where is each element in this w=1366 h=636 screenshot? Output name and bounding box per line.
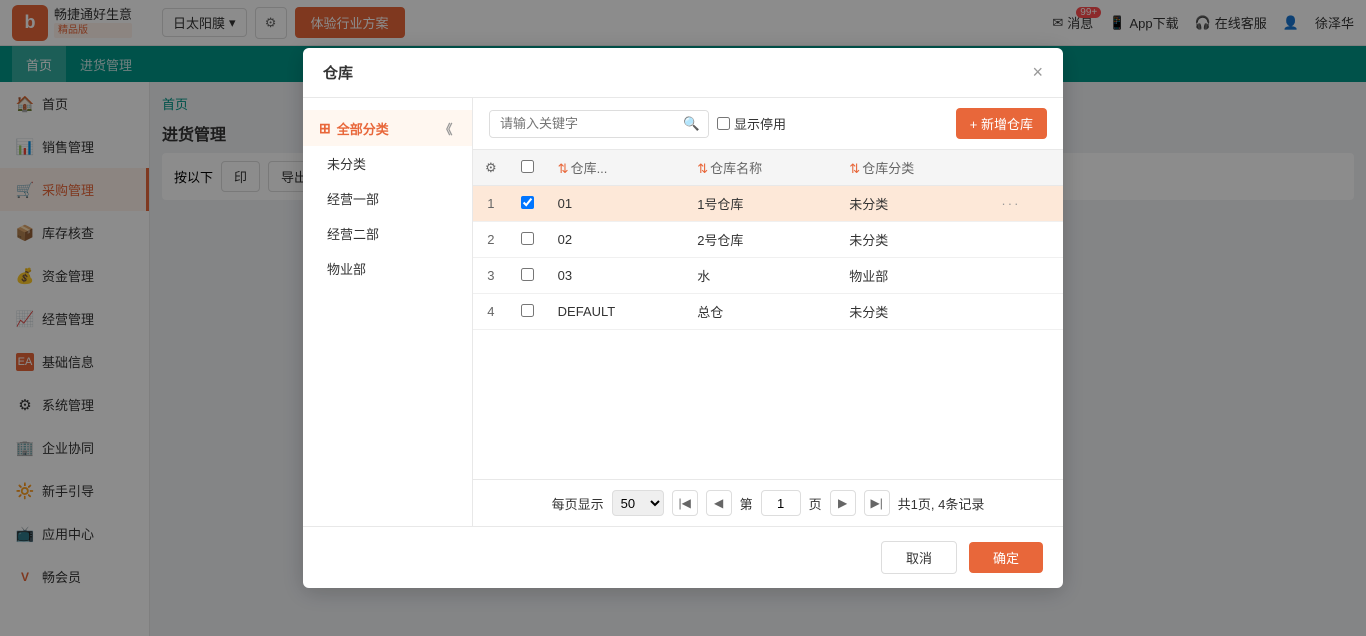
search-button[interactable]: 🔍 <box>675 111 708 137</box>
row-id: DEFAULT <box>546 294 686 330</box>
modal-body: ⊞ 全部分类 《 未分类 经营一部 经营二部 物业部 🔍 显示停用 + 新增仓库 <box>303 98 1063 526</box>
row-more: ··· <box>989 186 1063 222</box>
total-label: 共1页, 4条记录 <box>898 494 985 513</box>
show-disabled-checkbox[interactable] <box>717 117 730 130</box>
row-num: 2 <box>473 222 509 258</box>
row-category: 未分类 <box>837 222 989 258</box>
search-box: 🔍 <box>489 110 709 138</box>
first-page-button[interactable]: |◀ <box>672 490 698 516</box>
page-number-input[interactable] <box>761 490 801 516</box>
row-name: 总仓 <box>685 294 837 330</box>
modal-header: 仓库 × <box>303 48 1063 98</box>
warehouse-table: ⚙ ⇅仓库... ⇅仓库名称 ⇅仓库分类 1 01 1号仓库 未分类 ··· <box>473 150 1063 479</box>
row-more <box>989 258 1063 294</box>
row-checkbox[interactable] <box>509 258 546 294</box>
per-page-label: 每页显示 <box>552 494 604 513</box>
row-category: 未分类 <box>837 294 989 330</box>
row-category: 未分类 <box>837 186 989 222</box>
table-row[interactable]: 2 02 2号仓库 未分类 <box>473 222 1063 258</box>
th-warehouse-category[interactable]: ⇅仓库分类 <box>837 150 989 186</box>
cancel-button[interactable]: 取消 <box>881 541 957 574</box>
cat-item-property[interactable]: 物业部 <box>303 251 472 286</box>
page-label-first: 第 <box>740 494 753 513</box>
warehouse-modal: 仓库 × ⊞ 全部分类 《 未分类 经营一部 经营二部 物业部 🔍 <box>303 48 1063 588</box>
select-all-checkbox[interactable] <box>521 160 534 173</box>
th-warehouse-name[interactable]: ⇅仓库名称 <box>685 150 837 186</box>
row-more <box>989 294 1063 330</box>
right-panel: 🔍 显示停用 + 新增仓库 ⚙ ⇅仓库... ⇅仓库名称 <box>473 98 1063 526</box>
row-name: 水 <box>685 258 837 294</box>
row-name: 2号仓库 <box>685 222 837 258</box>
th-warehouse-id[interactable]: ⇅仓库... <box>546 150 686 186</box>
th-gear: ⚙ <box>473 150 509 186</box>
new-warehouse-button[interactable]: + 新增仓库 <box>956 108 1047 139</box>
grid-icon: ⊞ <box>319 120 331 137</box>
pagination: 每页显示 50 100 200 |◀ ◀ 第 页 ▶ ▶| 共1页, 4条记录 <box>473 479 1063 526</box>
right-toolbar: 🔍 显示停用 + 新增仓库 <box>473 98 1063 150</box>
row-num: 1 <box>473 186 509 222</box>
search-input[interactable] <box>490 111 675 136</box>
cat-item-operation1[interactable]: 经营一部 <box>303 181 472 216</box>
collapse-button[interactable]: 《 <box>436 118 456 138</box>
table-row[interactable]: 3 03 水 物业部 <box>473 258 1063 294</box>
per-page-select[interactable]: 50 100 200 <box>612 490 664 516</box>
row-id: 01 <box>546 186 686 222</box>
next-page-button[interactable]: ▶ <box>830 490 856 516</box>
row-name: 1号仓库 <box>685 186 837 222</box>
modal-close-button[interactable]: × <box>1032 62 1043 83</box>
prev-page-button[interactable]: ◀ <box>706 490 732 516</box>
row-checkbox[interactable] <box>509 222 546 258</box>
row-num: 3 <box>473 258 509 294</box>
row-category: 物业部 <box>837 258 989 294</box>
show-disabled-label[interactable]: 显示停用 <box>717 114 786 133</box>
table-row[interactable]: 4 DEFAULT 总仓 未分类 <box>473 294 1063 330</box>
row-id: 02 <box>546 222 686 258</box>
row-checkbox[interactable] <box>509 186 546 222</box>
th-actions <box>989 150 1063 186</box>
row-more <box>989 222 1063 258</box>
table-header-row: ⚙ ⇅仓库... ⇅仓库名称 ⇅仓库分类 <box>473 150 1063 186</box>
cat-all-item[interactable]: ⊞ 全部分类 《 <box>303 110 472 146</box>
page-label: 页 <box>809 494 822 513</box>
th-checkbox <box>509 150 546 186</box>
cat-item-operation2[interactable]: 经营二部 <box>303 216 472 251</box>
confirm-button[interactable]: 确定 <box>969 542 1043 573</box>
row-id: 03 <box>546 258 686 294</box>
cat-all-label: 全部分类 <box>337 119 389 138</box>
modal-title: 仓库 <box>323 62 353 83</box>
table-row[interactable]: 1 01 1号仓库 未分类 ··· <box>473 186 1063 222</box>
modal-footer: 取消 确定 <box>303 526 1063 588</box>
row-checkbox[interactable] <box>509 294 546 330</box>
category-panel: ⊞ 全部分类 《 未分类 经营一部 经营二部 物业部 <box>303 98 473 526</box>
row-num: 4 <box>473 294 509 330</box>
last-page-button[interactable]: ▶| <box>864 490 890 516</box>
cat-item-uncategorized[interactable]: 未分类 <box>303 146 472 181</box>
